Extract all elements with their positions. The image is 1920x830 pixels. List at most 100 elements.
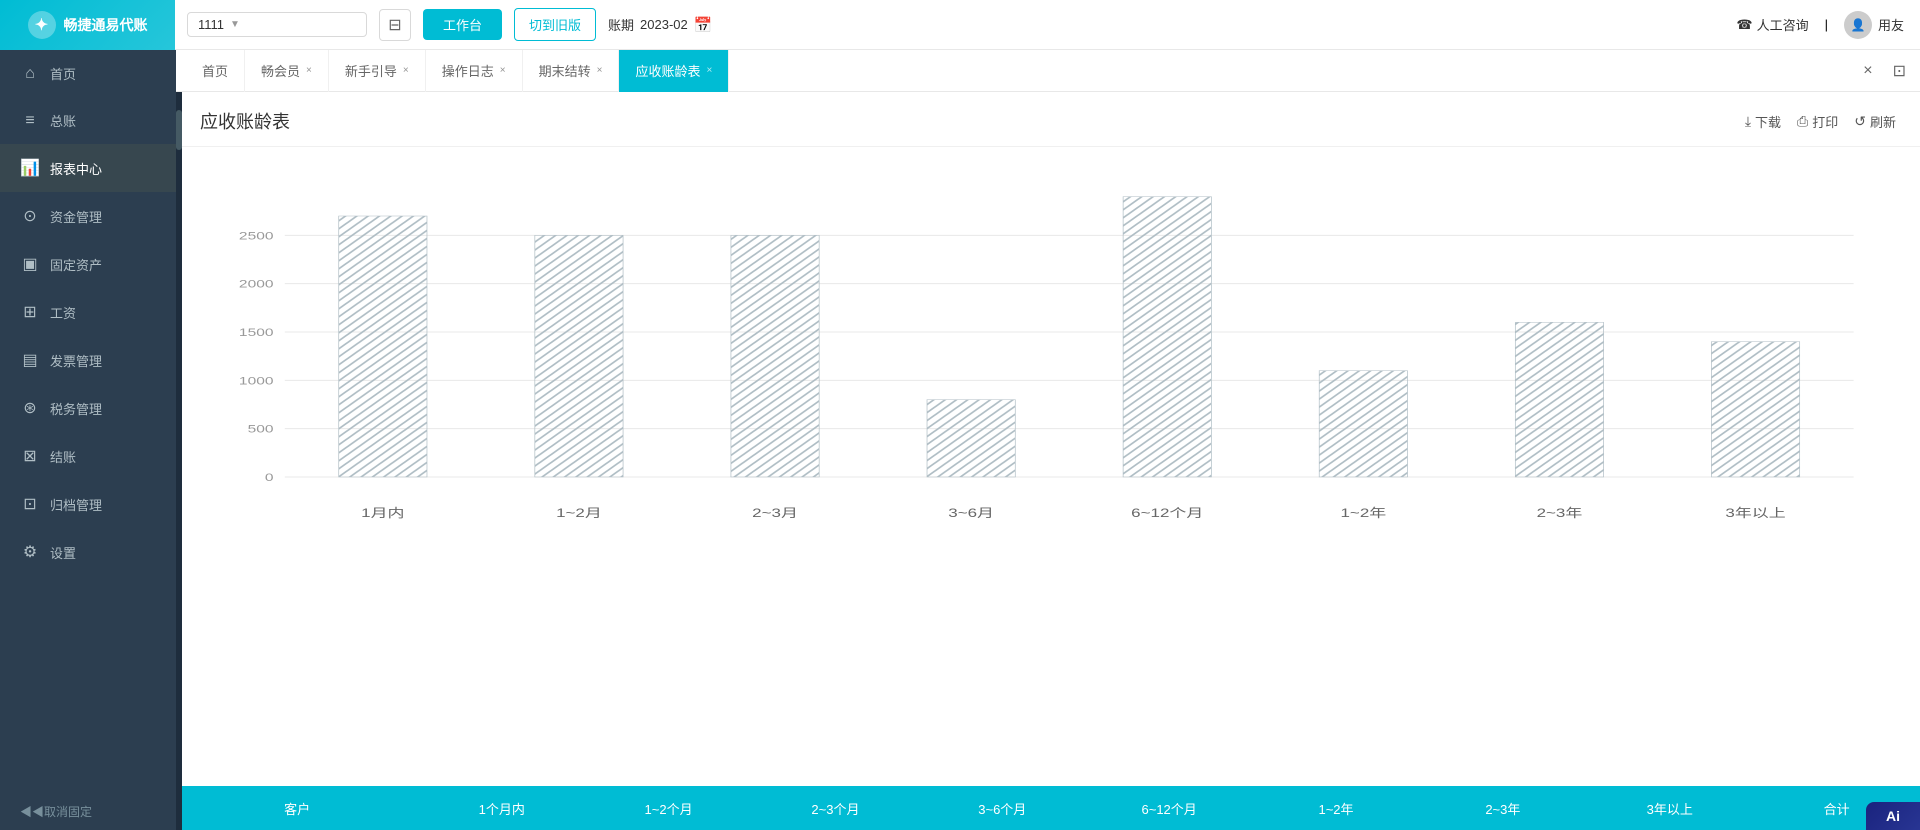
tab-guide[interactable]: 新手引导 × <box>329 50 426 92</box>
table-col-6: 1~2年 <box>1253 799 1420 818</box>
period-area: 账期 2023-02 📅 <box>608 15 712 34</box>
svg-text:2~3年: 2~3年 <box>1537 506 1583 520</box>
sidebar-label-invoice: 发票管理 <box>50 351 102 370</box>
consult-button[interactable]: ☎ 人工咨询 <box>1736 15 1808 34</box>
tab-oplog[interactable]: 操作日志 × <box>426 50 523 92</box>
user-area[interactable]: 👤 用友 <box>1844 11 1904 39</box>
sidebar-label-archive: 归档管理 <box>50 495 102 514</box>
window-close-button[interactable]: × <box>1859 62 1876 80</box>
sidebar-item-checkout[interactable]: ⊠ 结账 <box>0 432 176 480</box>
consult-label: 人工咨询 <box>1757 15 1809 34</box>
tab-close-period-end[interactable]: × <box>597 65 603 76</box>
page-actions: ⤓ 下载 ⎙ 打印 ↺ 刷新 <box>1745 112 1896 131</box>
tabs-bar: 首页畅会员×新手引导×操作日志×期末结转×应收账龄表× × ⊡ <box>176 50 1920 92</box>
svg-text:500: 500 <box>248 423 274 435</box>
company-dropdown-arrow: ▼ <box>230 19 240 30</box>
sidebar-label-checkout: 结账 <box>50 447 76 466</box>
table-header-bar: 客户1个月内1~2个月2~3个月3~6个月6~12个月1~2年2~3年3年以上合… <box>176 786 1920 830</box>
refresh-label: 刷新 <box>1870 112 1896 131</box>
print-label: 打印 <box>1812 112 1838 131</box>
tab-label-oplog: 操作日志 <box>442 61 494 80</box>
company-selector[interactable]: 1111 ▼ <box>187 12 367 37</box>
svg-text:1500: 1500 <box>239 326 274 338</box>
sidebar-scrollbar-thumb <box>176 110 182 150</box>
svg-text:6~12个月: 6~12个月 <box>1131 506 1203 520</box>
svg-text:2~3月: 2~3月 <box>752 507 798 520</box>
tab-member[interactable]: 畅会员× <box>245 50 329 92</box>
download-label: 下载 <box>1755 112 1781 131</box>
page-content: 应收账龄表 ⤓ 下载 ⎙ 打印 ↺ 刷新 0500100015002000250… <box>176 92 1920 786</box>
refresh-icon: ↺ <box>1854 113 1866 130</box>
print-icon: ⎙ <box>1797 113 1808 130</box>
table-col-7: 2~3年 <box>1419 799 1586 818</box>
switch-version-button[interactable]: 切到旧版 <box>514 8 596 41</box>
table-col-0: 客户 <box>176 799 418 818</box>
page-header: 应收账龄表 ⤓ 下载 ⎙ 打印 ↺ 刷新 <box>176 92 1920 147</box>
download-icon: ⤓ <box>1745 113 1751 130</box>
page-title: 应收账龄表 <box>200 108 290 134</box>
sidebar-icon-settings: ⚙ <box>20 542 40 562</box>
tab-close-aging[interactable]: × <box>706 65 712 76</box>
logo-text: 畅捷通易代账 <box>64 15 148 35</box>
workbench-button[interactable]: 工作台 <box>423 9 502 40</box>
table-col-2: 1~2个月 <box>585 799 752 818</box>
sidebar-label-ledger: 总账 <box>50 111 76 130</box>
sidebar-item-archive[interactable]: ⊡ 归档管理 <box>0 480 176 528</box>
tab-close-guide[interactable]: × <box>403 65 409 76</box>
sidebar-item-settings[interactable]: ⚙ 设置 <box>0 528 176 576</box>
sidebar-item-ledger[interactable]: ≡ 总账 <box>0 97 176 144</box>
sidebar-label-home: 首页 <box>50 64 76 83</box>
window-expand-button[interactable]: ⊡ <box>1889 61 1910 81</box>
svg-text:1~2月: 1~2月 <box>556 507 602 520</box>
tab-aging[interactable]: 应收账龄表× <box>619 50 729 92</box>
calendar-icon[interactable]: 📅 <box>694 16 713 34</box>
tab-label-period-end: 期末结转 <box>539 61 591 80</box>
table-col-5: 6~12个月 <box>1086 799 1253 818</box>
print-button[interactable]: ⎙ 打印 <box>1797 112 1838 131</box>
copy-icon: ⊟ <box>388 15 401 35</box>
content-area: 首页畅会员×新手引导×操作日志×期末结转×应收账龄表× × ⊡ 应收账龄表 ⤓ … <box>176 50 1920 830</box>
svg-text:1~2年: 1~2年 <box>1340 506 1386 520</box>
sidebar-icon-invoice: ▤ <box>20 350 40 370</box>
tab-close-member[interactable]: × <box>306 65 312 76</box>
tab-period-end[interactable]: 期末结转 × <box>523 50 620 92</box>
tab-label-guide: 新手引导 <box>345 61 397 80</box>
refresh-button[interactable]: ↺ 刷新 <box>1854 112 1896 131</box>
sidebar-icon-funds: ⊙ <box>20 206 40 226</box>
copy-button[interactable]: ⊟ <box>379 9 411 41</box>
ai-badge[interactable]: Ai <box>1866 802 1920 830</box>
header: ✦ 畅捷通易代账 1111 ▼ ⊟ 工作台 切到旧版 账期 2023-02 📅 … <box>0 0 1920 50</box>
header-divider: | <box>1825 17 1828 32</box>
sidebar-label-salary: 工资 <box>50 303 76 322</box>
tab-close-oplog[interactable]: × <box>500 65 506 76</box>
period-value: 2023-02 <box>640 17 688 32</box>
sidebar-item-funds[interactable]: ⊙ 资金管理 <box>0 192 176 240</box>
cancel-fixed-button[interactable]: ◀◀取消固定 <box>0 793 176 830</box>
sidebar-item-salary[interactable]: ⊞ 工资 <box>0 288 176 336</box>
sidebar-item-tax[interactable]: ⊛ 税务管理 <box>0 384 176 432</box>
svg-text:2000: 2000 <box>239 278 274 290</box>
sidebar-icon-reports: 📊 <box>20 158 40 178</box>
main-layout: ⌂ 首页 ≡ 总账 📊 报表中心 ⊙ 资金管理 ▣ 固定资产 ⊞ 工资 ▤ 发票… <box>0 50 1920 830</box>
sidebar-item-invoice[interactable]: ▤ 发票管理 <box>0 336 176 384</box>
sidebar-icon-checkout: ⊠ <box>20 446 40 466</box>
table-col-8: 3年以上 <box>1586 799 1753 818</box>
header-right: ☎ 人工咨询 | 👤 用友 <box>1736 11 1904 39</box>
svg-text:1月内: 1月内 <box>361 506 404 520</box>
sidebar-scrollbar-track[interactable] <box>176 50 182 830</box>
sidebar-item-home[interactable]: ⌂ 首页 <box>0 50 176 97</box>
chart-container: 050010001500200025001月内1~2月2~3月3~6月6~12个… <box>176 147 1920 537</box>
tab-label-home: 首页 <box>202 61 228 80</box>
sidebar-icon-archive: ⊡ <box>20 494 40 514</box>
logo-icon: ✦ <box>28 11 56 39</box>
sidebar-label-assets: 固定资产 <box>50 255 102 274</box>
tab-home[interactable]: 首页 <box>186 50 245 92</box>
sidebar-wrapper: ⌂ 首页 ≡ 总账 📊 报表中心 ⊙ 资金管理 ▣ 固定资产 ⊞ 工资 ▤ 发票… <box>0 50 176 830</box>
company-name: 1111 <box>198 17 224 32</box>
sidebar-item-reports[interactable]: 📊 报表中心 <box>0 144 176 192</box>
download-button[interactable]: ⤓ 下载 <box>1745 112 1781 131</box>
table-col-1: 1个月内 <box>418 799 585 818</box>
sidebar-item-assets[interactable]: ▣ 固定资产 <box>0 240 176 288</box>
chart-svg: 050010001500200025001月内1~2月2~3月3~6月6~12个… <box>200 167 1896 527</box>
avatar: 👤 <box>1844 11 1872 39</box>
